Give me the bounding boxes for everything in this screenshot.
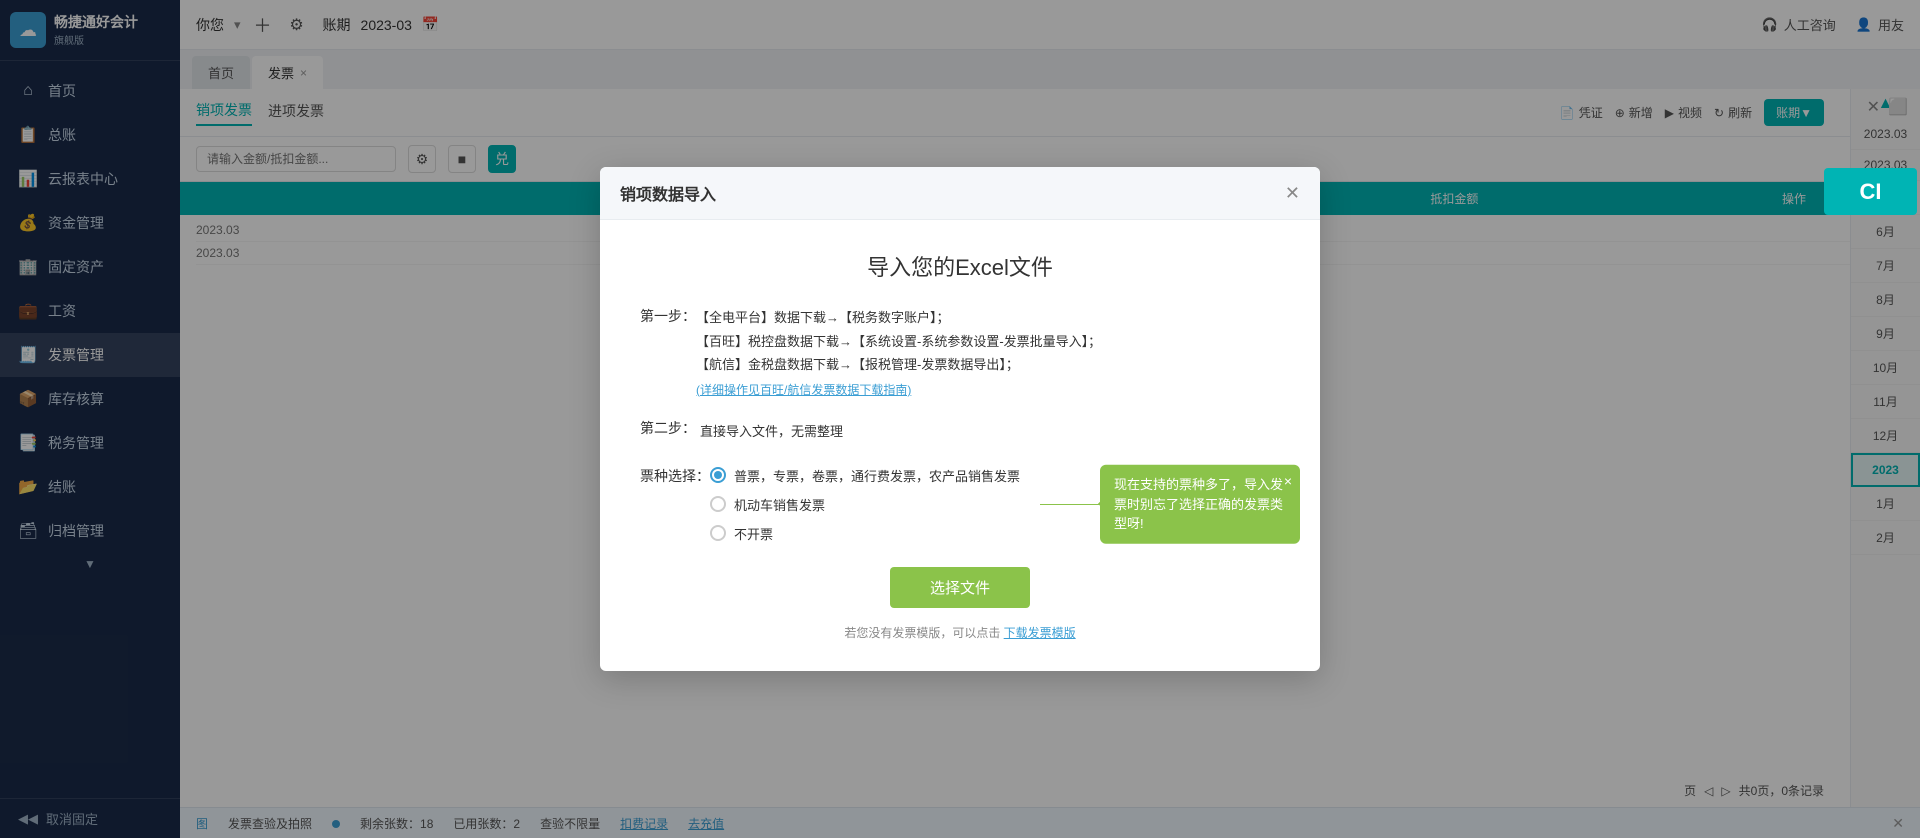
- modal-header: 销项数据导入 ✕: [600, 167, 1320, 220]
- step1-row: 第一步： 【全电平台】数据下载→【税务数字账户】； 【百旺】税控盘数据下载→【系…: [640, 306, 1280, 397]
- radio-circle-no-ticket: [710, 525, 726, 541]
- radio-no-ticket-label: 不开票: [734, 524, 773, 543]
- radio-general[interactable]: 普票，专票，卷票，通行费发票，农产品销售发票: [710, 466, 1020, 485]
- import-modal: 销项数据导入 ✕ 导入您的Excel文件 第一步： 【全电平台】数据下载→【税务…: [600, 167, 1320, 670]
- radio-no-ticket[interactable]: 不开票: [710, 524, 1020, 543]
- radio-circle-motor: [710, 496, 726, 512]
- step1-label: 第一步：: [640, 306, 696, 326]
- step2-text: 直接导入文件，无需整理: [700, 420, 843, 443]
- step1-line3: 【航信】金税盘数据下载→【报税管理-发票数据导出】；: [696, 353, 1101, 376]
- radio-group: 普票，专票，卷票，通行费发票，农产品销售发票 机动车销售发票 ×: [710, 466, 1020, 543]
- modal-body: 导入您的Excel文件 第一步： 【全电平台】数据下载→【税务数字账户】； 【百…: [600, 220, 1320, 670]
- step1-line1: 【全电平台】数据下载→【税务数字账户】；: [696, 306, 1101, 329]
- ticket-choice-section: 票种选择： 普票，专票，卷票，通行费发票，农产品销售发票 机动车销售发票: [640, 466, 1280, 543]
- select-file-button[interactable]: 选择文件: [890, 567, 1030, 608]
- modal-overlay: 销项数据导入 ✕ 导入您的Excel文件 第一步： 【全电平台】数据下载→【税务…: [0, 0, 1920, 838]
- step1-guide-link[interactable]: (详细操作见百旺/航信发票数据下载指南): [696, 383, 911, 397]
- download-template-link[interactable]: 下载发票模版: [1004, 626, 1076, 640]
- modal-main-title: 导入您的Excel文件: [640, 250, 1280, 282]
- ticket-choice-label: 票种选择：: [640, 466, 710, 486]
- step2-label: 第二步：: [640, 418, 696, 438]
- tooltip-bubble: × 现在支持的票种多了，导入发票时别忘了选择正确的发票类型呀!: [1100, 465, 1300, 544]
- modal-footer: 若您没有发票模版，可以点击 下载发票模版: [640, 624, 1280, 641]
- modal-close-button[interactable]: ✕: [1285, 183, 1300, 204]
- step2-section: 第二步： 直接导入文件，无需整理: [640, 418, 1280, 446]
- step1-line2: 【百旺】税控盘数据下载→【系统设置-系统参数设置-发票批量导入】；: [696, 330, 1101, 353]
- radio-motor[interactable]: 机动车销售发票 × 现在支持的票种多了，导入发票时别忘了选择正确的发票类型呀!: [710, 495, 1020, 514]
- radio-general-label: 普票，专票，卷票，通行费发票，农产品销售发票: [734, 466, 1020, 485]
- tooltip-close-button[interactable]: ×: [1284, 471, 1292, 492]
- ci-badge: CI: [1824, 168, 1917, 215]
- step1-section: 第一步： 【全电平台】数据下载→【税务数字账户】； 【百旺】税控盘数据下载→【系…: [640, 306, 1280, 397]
- radio-motor-label: 机动车销售发票: [734, 495, 825, 514]
- tooltip-text: 现在支持的票种多了，导入发票时别忘了选择正确的发票类型呀!: [1114, 477, 1283, 531]
- step1-link-line: (详细操作见百旺/航信发票数据下载指南): [696, 381, 1101, 398]
- step1-content: 【全电平台】数据下载→【税务数字账户】； 【百旺】税控盘数据下载→【系统设置-系…: [696, 306, 1101, 397]
- modal-title: 销项数据导入: [620, 181, 716, 205]
- radio-circle-general: [710, 467, 726, 483]
- footer-text: 若您没有发票模版，可以点击: [844, 626, 1000, 640]
